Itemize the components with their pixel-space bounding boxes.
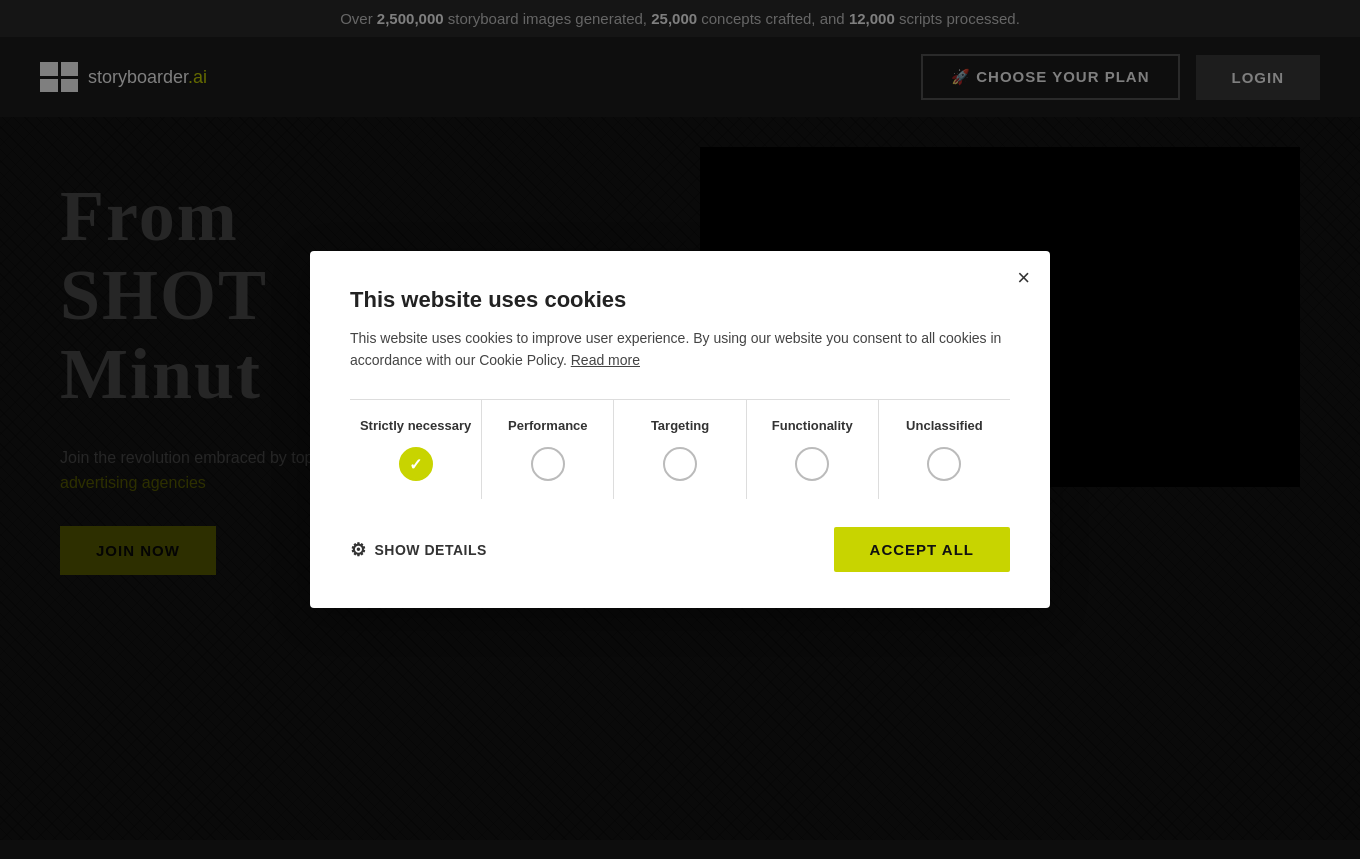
accept-all-button[interactable]: ACCEPT ALL — [834, 527, 1010, 572]
category-checkbox-functionality[interactable] — [795, 447, 829, 481]
cookie-category-unclassified: Unclassified — [879, 400, 1010, 499]
cookie-category-strictly-necessary: Strictly necessary — [350, 400, 482, 499]
category-checkbox-performance[interactable] — [531, 447, 565, 481]
category-label-performance: Performance — [508, 418, 587, 435]
category-checkbox-strictly-necessary[interactable] — [399, 447, 433, 481]
gear-icon: ⚙ — [350, 539, 367, 561]
modal-description: This website uses cookies to improve use… — [350, 327, 1010, 372]
cookie-category-performance: Performance — [482, 400, 614, 499]
category-checkbox-unclassified[interactable] — [927, 447, 961, 481]
modal-title: This website uses cookies — [350, 287, 1010, 313]
cookie-category-functionality: Functionality — [747, 400, 879, 499]
category-label-unclassified: Unclassified — [906, 418, 983, 435]
show-details-label: SHOW DETAILS — [375, 542, 487, 558]
read-more-link[interactable]: Read more — [571, 352, 640, 368]
category-checkbox-targeting[interactable] — [663, 447, 697, 481]
modal-footer: ⚙ SHOW DETAILS ACCEPT ALL — [350, 527, 1010, 572]
category-label-functionality: Functionality — [772, 418, 853, 435]
modal-close-button[interactable]: × — [1017, 267, 1030, 289]
modal-backdrop: × This website uses cookies This website… — [0, 0, 1360, 859]
cookie-category-targeting: Targeting — [614, 400, 746, 499]
show-details-button[interactable]: ⚙ SHOW DETAILS — [350, 539, 487, 561]
cookie-modal: × This website uses cookies This website… — [310, 251, 1050, 609]
cookie-categories: Strictly necessary Performance Targeting Fu… — [350, 399, 1010, 499]
category-label-targeting: Targeting — [651, 418, 709, 435]
category-label-strictly-necessary: Strictly necessary — [360, 418, 471, 435]
